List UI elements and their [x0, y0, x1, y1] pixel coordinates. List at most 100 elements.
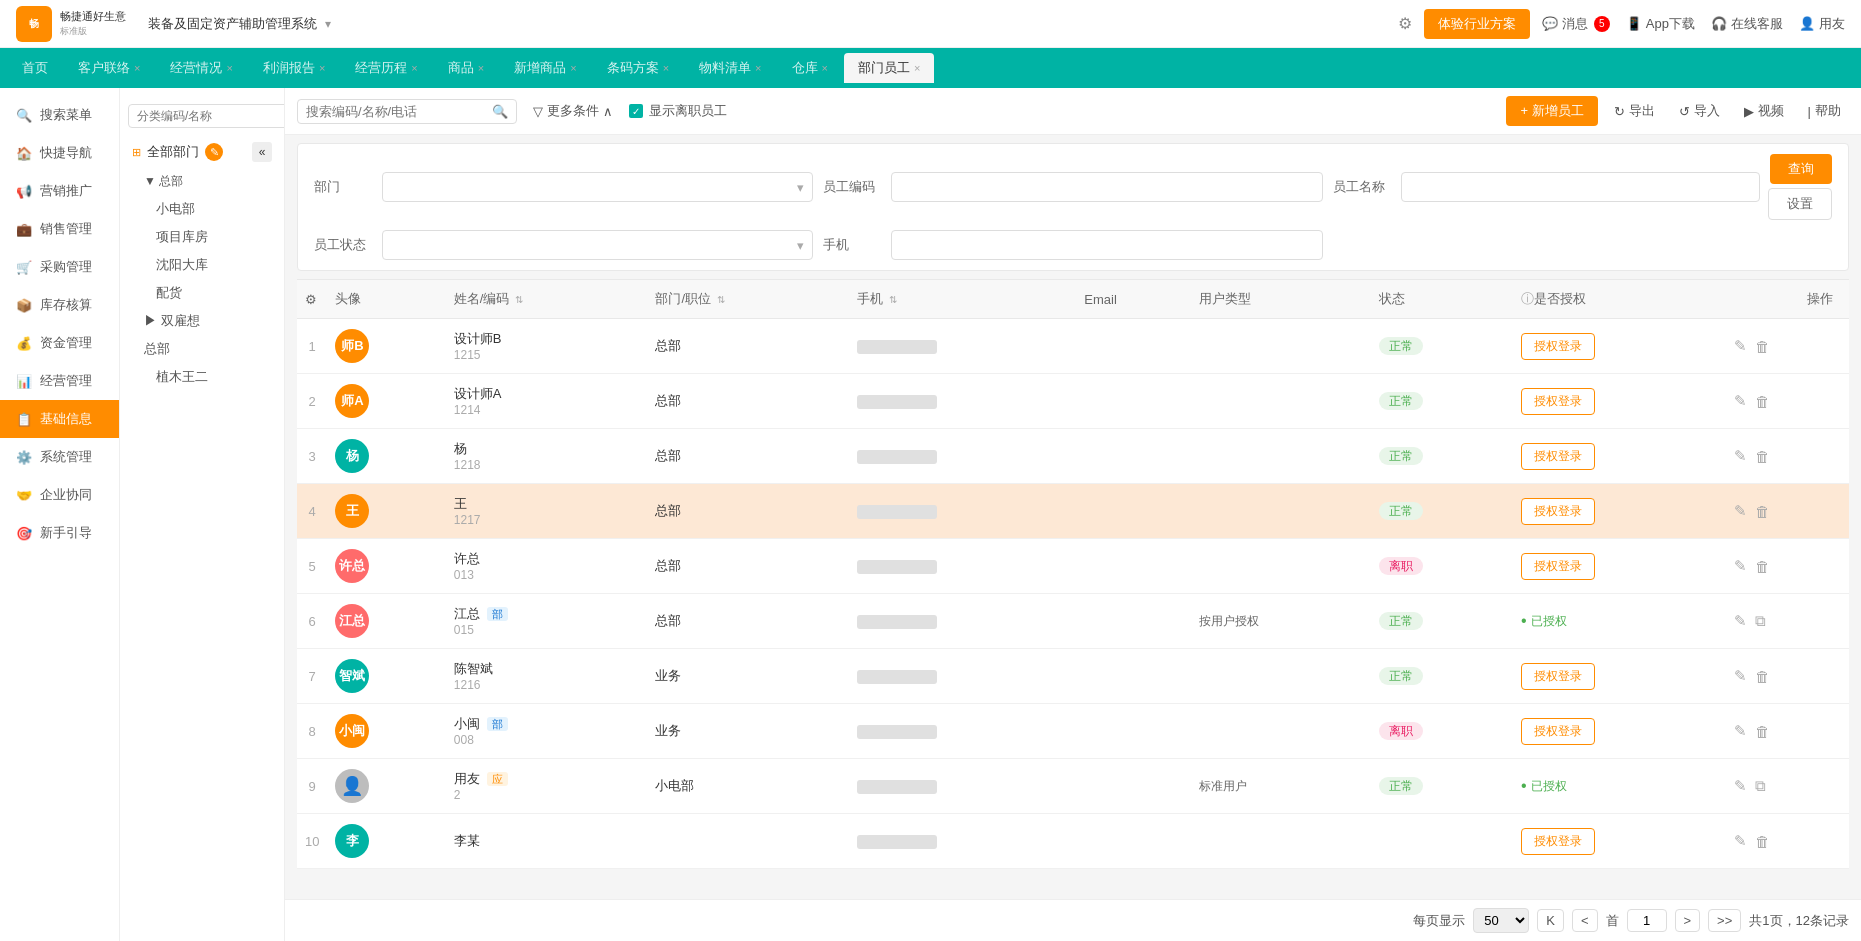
tab-goods[interactable]: 商品 × [434, 53, 498, 83]
delete-icon[interactable]: 🗑 [1755, 833, 1770, 850]
more-conditions-btn[interactable]: ▽ 更多条件 ∧ [525, 98, 621, 124]
tab-bom[interactable]: 物料清单 × [685, 53, 775, 83]
auth-button[interactable]: 授权登录 [1521, 718, 1595, 745]
copy-icon[interactable]: ⧉ [1755, 777, 1766, 795]
close-icon[interactable]: × [822, 62, 828, 74]
next-page-button[interactable]: > [1675, 909, 1701, 932]
tab-process[interactable]: 经营历程 × [341, 53, 431, 83]
close-icon[interactable]: × [411, 62, 417, 74]
edit-icon[interactable]: ✎ [1734, 777, 1747, 795]
dept-node-chaomuwang[interactable]: 植木王二 [120, 363, 284, 391]
emp-code-input[interactable] [891, 172, 1322, 202]
copy-icon[interactable]: ⧉ [1755, 612, 1766, 630]
edit-icon[interactable]: ✎ [1734, 612, 1747, 630]
prev-page-button[interactable]: < [1572, 909, 1598, 932]
message-action[interactable]: 💬 消息 5 [1542, 15, 1610, 33]
dept-node-zongbu[interactable]: 总部 [120, 335, 284, 363]
auth-button[interactable]: 授权登录 [1521, 663, 1595, 690]
dept-collapse-btn[interactable]: ✎ [205, 143, 223, 161]
delete-icon[interactable]: 🗑 [1755, 338, 1770, 355]
tab-barcode[interactable]: 条码方案 × [593, 53, 683, 83]
th-phone[interactable]: 手机 ⇅ [849, 280, 1076, 319]
settings-icon[interactable]: ⚙ [305, 292, 317, 307]
auth-button[interactable]: 授权登录 [1521, 498, 1595, 525]
sidebar-item-inventory[interactable]: 📦 库存核算 [0, 286, 119, 324]
sidebar-item-purchase[interactable]: 🛒 采购管理 [0, 248, 119, 286]
gear-icon[interactable]: ⚙ [1398, 14, 1412, 33]
sidebar-item-quick-nav[interactable]: 🏠 快捷导航 [0, 134, 119, 172]
dept-node-shenyang[interactable]: 沈阳大库 [120, 251, 284, 279]
auth-button[interactable]: 授权登录 [1521, 828, 1595, 855]
dept-node-project[interactable]: 项目库房 [120, 223, 284, 251]
dept-close-btn[interactable]: « [252, 142, 272, 162]
close-icon[interactable]: × [226, 62, 232, 74]
edit-icon[interactable]: ✎ [1734, 447, 1747, 465]
sidebar-item-guide[interactable]: 🎯 新手引导 [0, 514, 119, 552]
sidebar-item-sales[interactable]: 💼 销售管理 [0, 210, 119, 248]
sidebar-item-operations[interactable]: 📊 经营管理 [0, 362, 119, 400]
close-icon[interactable]: × [319, 62, 325, 74]
close-icon[interactable]: × [663, 62, 669, 74]
delete-icon[interactable]: 🗑 [1755, 723, 1770, 740]
setting-button[interactable]: 设置 [1768, 188, 1832, 220]
delete-icon[interactable]: 🗑 [1755, 558, 1770, 575]
sidebar-item-marketing[interactable]: 📢 营销推广 [0, 172, 119, 210]
delete-icon[interactable]: 🗑 [1755, 393, 1770, 410]
emp-name-input[interactable] [1401, 172, 1760, 202]
show-resigned-checkbox[interactable]: ✓ [629, 104, 643, 118]
help-button[interactable]: | 帮助 [1800, 98, 1849, 124]
close-icon[interactable]: × [478, 62, 484, 74]
dept-search-input[interactable] [128, 104, 285, 128]
th-dept-position[interactable]: 部门/职位 ⇅ [647, 280, 849, 319]
tab-operations[interactable]: 经营情况 × [156, 53, 246, 83]
export-button[interactable]: ↻ 导出 [1606, 98, 1663, 124]
close-icon[interactable]: × [134, 62, 140, 74]
tab-add-goods[interactable]: 新增商品 × [500, 53, 590, 83]
dept-node-xiao-dian[interactable]: 小电部 [120, 195, 284, 223]
edit-icon[interactable]: ✎ [1734, 722, 1747, 740]
search-input[interactable] [306, 104, 486, 119]
sidebar-item-basic-info[interactable]: 📋 基础信息 [0, 400, 119, 438]
sidebar-item-finance[interactable]: 💰 资金管理 [0, 324, 119, 362]
search-submit-icon[interactable]: 🔍 [492, 104, 508, 119]
dept-node-shuangmenzi[interactable]: ▶ 双雇想 [120, 307, 284, 335]
th-name-code[interactable]: 姓名/编码 ⇅ [446, 280, 648, 319]
tab-profit[interactable]: 利润报告 × [249, 53, 339, 83]
user-action[interactable]: 👤 用友 [1799, 15, 1845, 33]
delete-icon[interactable]: 🗑 [1755, 668, 1770, 685]
delete-icon[interactable]: 🗑 [1755, 448, 1770, 465]
trial-button[interactable]: 体验行业方案 [1424, 9, 1530, 39]
import-button[interactable]: ↺ 导入 [1671, 98, 1728, 124]
sidebar-item-enterprise[interactable]: 🤝 企业协同 [0, 476, 119, 514]
app-download-action[interactable]: 📱 App下载 [1626, 15, 1695, 33]
tab-home[interactable]: 首页 [8, 53, 62, 83]
dept-node-peihuo[interactable]: 配货 [120, 279, 284, 307]
close-icon[interactable]: × [570, 62, 576, 74]
delete-icon[interactable]: 🗑 [1755, 503, 1770, 520]
add-employee-button[interactable]: + 新增员工 [1506, 96, 1597, 126]
edit-icon[interactable]: ✎ [1734, 502, 1747, 520]
edit-icon[interactable]: ✎ [1734, 557, 1747, 575]
close-icon[interactable]: × [914, 62, 920, 74]
tab-customer[interactable]: 客户联络 × [64, 53, 154, 83]
first-page-button[interactable]: K [1537, 909, 1564, 932]
edit-icon[interactable]: ✎ [1734, 667, 1747, 685]
auth-button[interactable]: 授权登录 [1521, 553, 1595, 580]
edit-icon[interactable]: ✎ [1734, 392, 1747, 410]
tab-warehouse[interactable]: 仓库 × [778, 53, 842, 83]
edit-icon[interactable]: ✎ [1734, 337, 1747, 355]
phone-input[interactable] [891, 230, 1322, 260]
dept-select[interactable]: ▾ [382, 172, 813, 202]
auth-button[interactable]: 授权登录 [1521, 388, 1595, 415]
close-icon[interactable]: × [755, 62, 761, 74]
tab-dept-employee[interactable]: 部门员工 × [844, 53, 934, 83]
page-number-input[interactable] [1627, 909, 1667, 932]
query-button[interactable]: 查询 [1770, 154, 1832, 184]
sidebar-item-search[interactable]: 🔍 搜索菜单 [0, 96, 119, 134]
auth-button[interactable]: 授权登录 [1521, 443, 1595, 470]
sidebar-item-system[interactable]: ⚙️ 系统管理 [0, 438, 119, 476]
auth-button[interactable]: 授权登录 [1521, 333, 1595, 360]
emp-status-select[interactable]: ▾ [382, 230, 813, 260]
page-size-select[interactable]: 50 10 20 100 [1473, 908, 1529, 933]
last-page-button[interactable]: >> [1708, 909, 1741, 932]
